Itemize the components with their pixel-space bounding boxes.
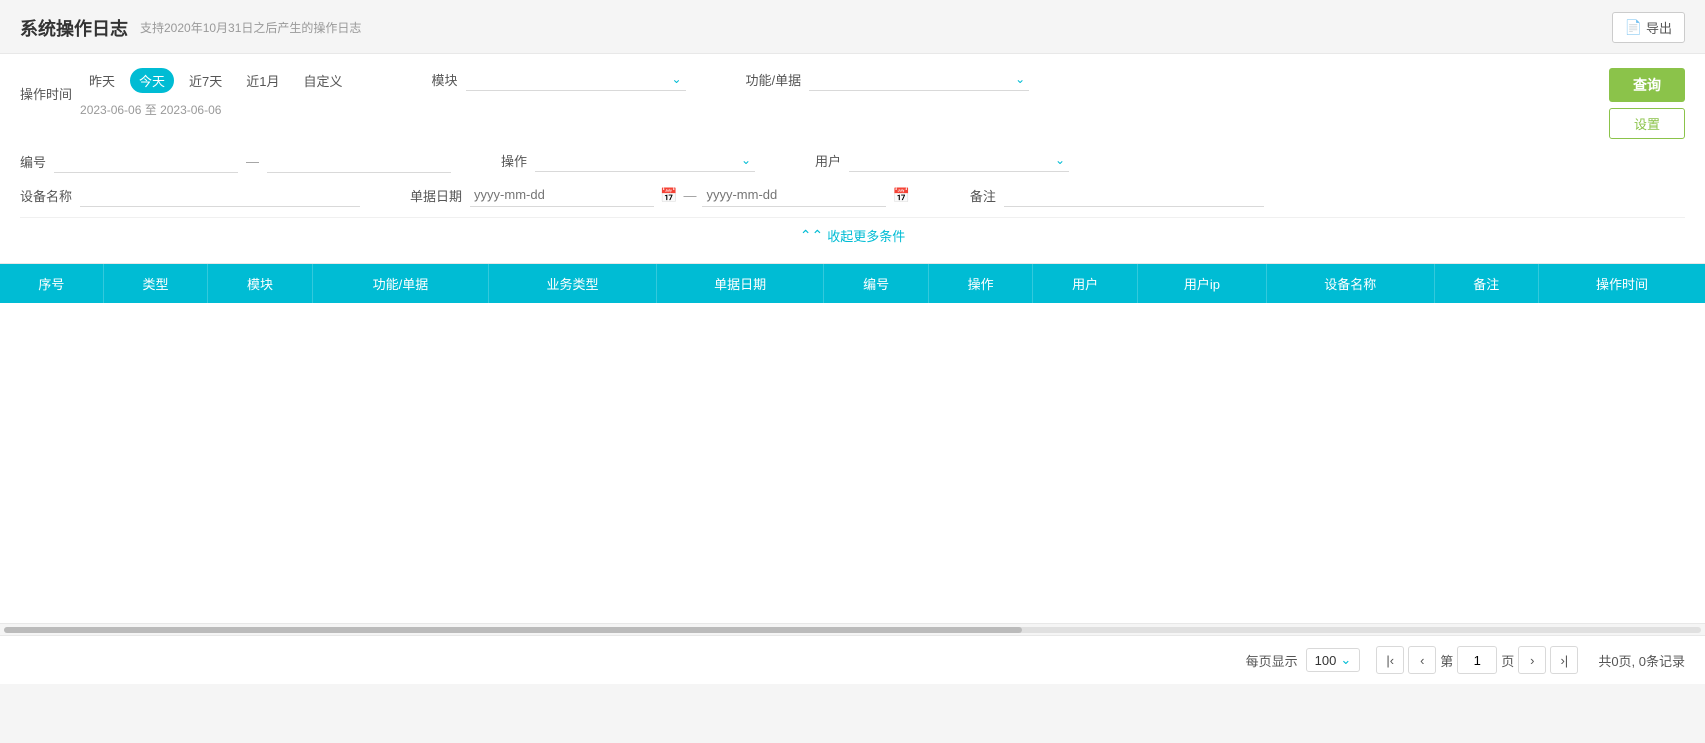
table-header: 序号类型模块功能/单据业务类型单据日期编号操作用户用户ip设备名称备注操作时间 xyxy=(0,264,1705,303)
operation-select[interactable]: ⌄ xyxy=(535,149,755,172)
query-button[interactable]: 查询 xyxy=(1609,68,1685,102)
device-label: 设备名称 xyxy=(20,186,72,205)
table-section: 序号类型模块功能/单据业务类型单据日期编号操作用户用户ip设备名称备注操作时间 xyxy=(0,264,1705,623)
function-filter-item: 功能/单据 ⌄ xyxy=(746,68,1030,91)
table-header-cell: 单据日期 xyxy=(656,264,824,303)
per-page-value: 100 xyxy=(1315,653,1337,668)
table-header-cell: 备注 xyxy=(1434,264,1538,303)
user-select[interactable]: ⌄ xyxy=(849,149,1069,172)
table-header-cell: 功能/单据 xyxy=(312,264,488,303)
scrollbar-thumb[interactable] xyxy=(4,627,1022,633)
last-page-btn[interactable]: ›| xyxy=(1550,646,1578,674)
time-filter-item: 操作时间 昨天 今天 近7天 近1月 自定义 2023-06-06 至 2023… xyxy=(20,68,352,118)
today-btn[interactable]: 今天 xyxy=(130,68,174,93)
scrollbar-area[interactable] xyxy=(0,623,1705,635)
table-header-cell: 操作时间 xyxy=(1539,264,1705,303)
filter-row-2: 编号 — 操作 ⌄ 用户 ⌄ xyxy=(20,149,1685,173)
first-page-btn[interactable]: |‹ xyxy=(1376,646,1404,674)
docdate-dash: — xyxy=(683,188,696,203)
table-header-cell: 序号 xyxy=(0,264,103,303)
function-select[interactable]: ⌄ xyxy=(809,68,1029,91)
data-table: 序号类型模块功能/单据业务类型单据日期编号操作用户用户ip设备名称备注操作时间 xyxy=(0,264,1705,303)
user-chevron-icon: ⌄ xyxy=(1055,153,1065,167)
per-page-label: 每页显示 xyxy=(1246,651,1298,670)
scrollbar-track[interactable] xyxy=(4,627,1701,633)
page-label: 第 xyxy=(1440,651,1453,670)
export-icon: 📄 xyxy=(1625,19,1642,36)
filter-row-1: 操作时间 昨天 今天 近7天 近1月 自定义 2023-06-06 至 2023… xyxy=(20,68,1685,139)
settings-button[interactable]: 设置 xyxy=(1609,108,1685,139)
time-label: 操作时间 xyxy=(20,84,72,103)
table-header-cell: 业务类型 xyxy=(489,264,657,303)
number-input-end[interactable] xyxy=(267,149,451,173)
table-header-cell: 用户ip xyxy=(1137,264,1266,303)
operation-chevron-icon: ⌄ xyxy=(741,153,751,167)
device-filter-item: 设备名称 xyxy=(20,183,360,207)
user-label: 用户 xyxy=(815,151,841,170)
table-header-row: 序号类型模块功能/单据业务类型单据日期编号操作用户用户ip设备名称备注操作时间 xyxy=(0,264,1705,303)
calendar-start-icon[interactable]: 📅 xyxy=(660,187,677,204)
docdate-filter-item: 单据日期 📅 — 📅 xyxy=(410,183,910,207)
page-title: 系统操作日志 xyxy=(20,15,128,41)
per-page-select[interactable]: 100 ⌄ xyxy=(1306,648,1361,672)
module-filter-item: 模块 ⌄ xyxy=(432,68,686,91)
page-unit: 页 xyxy=(1501,651,1514,670)
custom-btn[interactable]: 自定义 xyxy=(295,68,352,93)
collapse-label: 收起更多条件 xyxy=(827,226,905,245)
table-header-cell: 编号 xyxy=(824,264,928,303)
docdate-end-input[interactable] xyxy=(702,183,886,207)
device-input[interactable] xyxy=(80,183,360,207)
page-nav: |‹ ‹ 第 页 › ›| xyxy=(1376,646,1578,674)
next-page-btn[interactable]: › xyxy=(1518,646,1546,674)
table-header-cell: 模块 xyxy=(208,264,312,303)
operation-filter-item: 操作 ⌄ xyxy=(501,149,755,172)
footer-bar: 每页显示 100 ⌄ |‹ ‹ 第 页 › ›| 共0页, 0条记录 xyxy=(0,635,1705,684)
export-button[interactable]: 📄 导出 xyxy=(1612,12,1685,43)
prev-page-btn[interactable]: ‹ xyxy=(1408,646,1436,674)
note-input[interactable] xyxy=(1004,183,1264,207)
yesterday-btn[interactable]: 昨天 xyxy=(80,68,124,93)
note-label: 备注 xyxy=(970,186,996,205)
module-select[interactable]: ⌄ xyxy=(466,68,686,91)
table-header-cell: 类型 xyxy=(103,264,207,303)
table-header-cell: 用户 xyxy=(1033,264,1137,303)
header-left: 系统操作日志 支持2020年10月31日之后产生的操作日志 xyxy=(20,15,361,41)
page-number-input[interactable] xyxy=(1457,646,1497,674)
number-dash: — xyxy=(246,154,259,169)
user-filter-item: 用户 ⌄ xyxy=(815,149,1069,172)
action-buttons: 查询 设置 xyxy=(1609,68,1685,139)
docdate-label: 单据日期 xyxy=(410,186,462,205)
module-chevron-icon: ⌄ xyxy=(671,72,681,86)
total-info: 共0页, 0条记录 xyxy=(1598,651,1685,670)
table-header-cell: 操作 xyxy=(928,264,1032,303)
empty-area xyxy=(0,303,1705,623)
last7-btn[interactable]: 近7天 xyxy=(180,68,231,93)
table-header-cell: 设备名称 xyxy=(1266,264,1434,303)
note-filter-item: 备注 xyxy=(970,183,1264,207)
date-range-text: 2023-06-06 至 2023-06-06 xyxy=(80,101,352,118)
collapse-chevron-icon: ⌃⌃ xyxy=(800,227,823,244)
page-header: 系统操作日志 支持2020年10月31日之后产生的操作日志 📄 导出 xyxy=(0,0,1705,54)
docdate-start-input[interactable] xyxy=(470,183,654,207)
function-chevron-icon: ⌄ xyxy=(1015,72,1025,86)
function-label: 功能/单据 xyxy=(746,70,802,89)
module-label: 模块 xyxy=(432,70,458,89)
collapse-bar[interactable]: ⌃⌃ 收起更多条件 xyxy=(20,217,1685,253)
number-input-start[interactable] xyxy=(54,149,238,173)
operation-label: 操作 xyxy=(501,151,527,170)
last1m-btn[interactable]: 近1月 xyxy=(237,68,288,93)
filter-row-3: 设备名称 单据日期 📅 — 📅 备注 xyxy=(20,183,1685,207)
page-subtitle: 支持2020年10月31日之后产生的操作日志 xyxy=(140,19,361,36)
calendar-end-icon[interactable]: 📅 xyxy=(892,187,909,204)
time-buttons: 昨天 今天 近7天 近1月 自定义 xyxy=(80,68,352,93)
number-filter-item: 编号 — xyxy=(20,149,451,173)
number-label: 编号 xyxy=(20,152,46,171)
export-label: 导出 xyxy=(1646,18,1672,37)
filter-section: 操作时间 昨天 今天 近7天 近1月 自定义 2023-06-06 至 2023… xyxy=(0,54,1705,264)
docdate-range: 📅 — 📅 xyxy=(470,183,910,207)
per-page-chevron-icon: ⌄ xyxy=(1340,652,1351,668)
